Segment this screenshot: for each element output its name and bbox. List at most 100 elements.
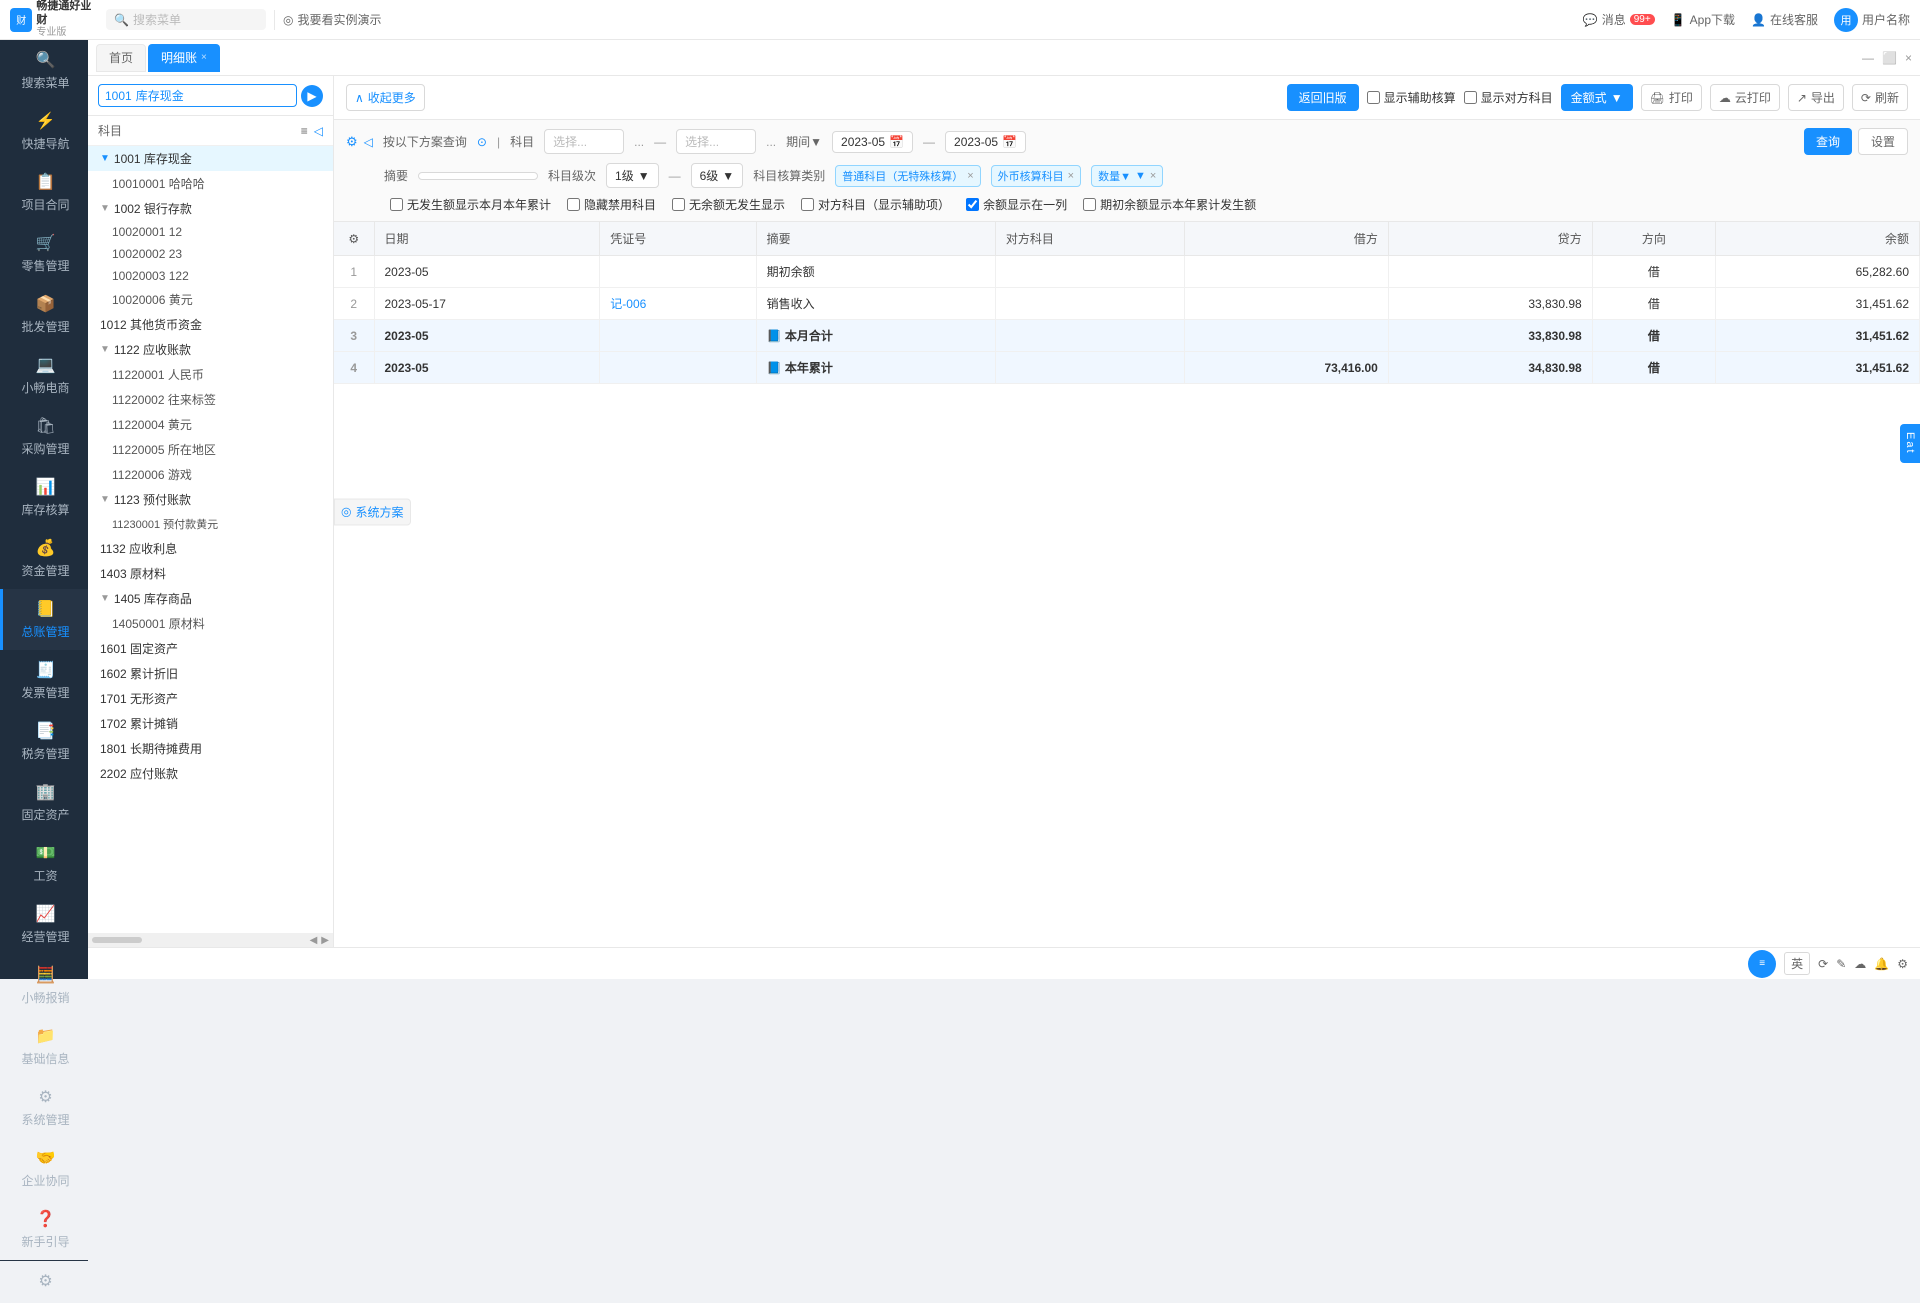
show-opposite-check[interactable]: 显示对方科目 [1464,89,1553,106]
col-debit[interactable]: 借方 [1184,222,1388,256]
col-settings[interactable]: ⚙ [334,222,374,256]
left-panel-scrollbar[interactable]: ◀ ▶ [88,933,333,947]
tree-item-1403[interactable]: 1403 原材料 [88,561,333,586]
tab-ledger[interactable]: 明细账 × [148,44,220,72]
cloud-print-btn[interactable]: ☁ 云打印 [1710,84,1780,111]
cb-hide-disabled[interactable]: 隐藏禁用科目 [567,196,656,213]
cb-no-amount-input[interactable] [390,198,403,211]
tree-item-1801[interactable]: 1801 长期待摊费用 [88,736,333,761]
search-bar[interactable]: 🔍 搜索菜单 [106,9,266,30]
col-date[interactable]: 日期 [374,222,600,256]
sidebar-item-invoice[interactable]: 🧾 发票管理 [0,650,88,711]
cloud-icon[interactable]: ☁ [1854,957,1866,971]
tree-item-1701[interactable]: 1701 无形资产 [88,686,333,711]
sidebar-item-operations[interactable]: 📈 经营管理 [0,894,88,955]
sidebar-item-sales-report[interactable]: 🧮 小畅报销 [0,955,88,1016]
tab-close-icon[interactable]: × [201,52,207,63]
filter-settings-icon[interactable]: ⊙ [477,135,487,149]
cb-no-balance[interactable]: 无余额无发生显示 [672,196,785,213]
bell-icon[interactable]: 🔔 [1874,957,1889,971]
level-to-select[interactable]: 6级 ▼ [691,163,744,188]
col-summary[interactable]: 摘要 [756,222,995,256]
level-from-select[interactable]: 1级 ▼ [606,163,659,188]
window-close-icon[interactable]: × [1905,51,1912,65]
sidebar-item-purchase[interactable]: 🛍 采购管理 [0,406,88,467]
sidebar-item-system[interactable]: ⚙ 系统管理 [0,1077,88,1138]
bottom-settings-icon[interactable]: ⚙ [1897,957,1908,971]
sidebar-item-wholesale[interactable]: 📦 批发管理 [0,284,88,345]
sidebar-item-tax[interactable]: 📑 税务管理 [0,711,88,772]
cb-beginning-balance-input[interactable] [1083,198,1096,211]
show-opposite-input[interactable] [1464,91,1477,104]
tag-close-icon3[interactable]: × [1150,170,1156,182]
sidebar-item-project-contract[interactable]: 📋 项目合同 [0,162,88,223]
tree-item-1002[interactable]: ▼ 1002 银行存款 [88,196,333,221]
cb-beginning-balance[interactable]: 期初余额显示本年累计发生额 [1083,196,1256,213]
message-btn[interactable]: 💬 消息 99+ [1583,11,1655,28]
tag-quantity[interactable]: 数量▼ ▼ × [1091,165,1163,187]
tree-item-11220004[interactable]: 11220004 黄元 [88,412,333,437]
app-download-btn[interactable]: 📱 App下载 [1671,11,1735,28]
sidebar-item-cooperation[interactable]: 🤝 企业协同 [0,1138,88,1199]
currency-mode-btn[interactable]: 金额式 ▼ [1561,84,1633,111]
float-btn[interactable]: ≡ [1748,950,1776,978]
tree-item-1602[interactable]: 1602 累计折旧 [88,661,333,686]
scroll-left-btn[interactable]: ◀ [310,935,318,946]
col-voucher[interactable]: 凭证号 [600,222,756,256]
cb-opposite-subject-input[interactable] [801,198,814,211]
refresh-btn[interactable]: ⟳ 刷新 [1852,84,1908,111]
tag-normal-subject[interactable]: 普通科目（无特殊核算） × [835,165,980,187]
cb-no-balance-input[interactable] [672,198,685,211]
col-balance[interactable]: 余额 [1716,222,1920,256]
tag-close-icon2[interactable]: × [1068,170,1074,182]
voucher-link[interactable]: 记-006 [610,297,646,311]
tree-item-10020002[interactable]: 10020002 23 [88,243,333,265]
tree-item-11220002[interactable]: 11220002 往来标签 [88,387,333,412]
query-btn[interactable]: 查询 [1804,128,1852,155]
query-settings-icon[interactable]: ⚙ [346,134,358,150]
sidebar-item-guide[interactable]: ❓ 新手引导 [0,1199,88,1260]
cb-no-amount[interactable]: 无发生额显示本月本年累计 [390,196,551,213]
col-opposite-subject[interactable]: 对方科目 [995,222,1184,256]
sidebar-item-retail[interactable]: 🛒 零售管理 [0,223,88,284]
tag-foreign-currency[interactable]: 外币核算科目 × [991,165,1081,187]
tree-item-11220006[interactable]: 11220006 游戏 [88,462,333,487]
tree-header-icon-back[interactable]: ◁ [314,124,323,138]
window-minimize-icon[interactable]: — [1862,51,1874,65]
online-service-btn[interactable]: 👤 在线客服 [1751,11,1818,28]
tree-item-10010001[interactable]: 10010001 哈哈哈 [88,171,333,196]
account-selector[interactable]: 1001 库存现金 [98,84,297,107]
scroll-right-btn[interactable]: ▶ [321,935,329,946]
lang-btn[interactable]: 英 [1784,952,1810,975]
sidebar-item-ecommerce[interactable]: 💻 小畅电商 [0,345,88,406]
show-auxiliary-input[interactable] [1367,91,1380,104]
cb-balance-one-col[interactable]: 余额显示在一列 [966,196,1067,213]
tree-item-1702[interactable]: 1702 累计摊销 [88,711,333,736]
sidebar-item-fixed-assets[interactable]: 🏢 固定资产 [0,772,88,833]
period-label[interactable]: 期间▼ [786,133,822,150]
tree-item-1132[interactable]: 1132 应收利息 [88,536,333,561]
tree-item-1405[interactable]: ▼ 1405 库存商品 [88,586,333,611]
period-from-input[interactable]: 2023-05 📅 [832,131,913,153]
right-edge-tab[interactable]: Eat [1900,424,1920,463]
subject-input-from[interactable]: 选择... [544,129,624,154]
tree-item-1122[interactable]: ▼ 1122 应收账款 [88,337,333,362]
expand-more-btn[interactable]: ∧ 收起更多 [346,84,425,111]
refresh-icon[interactable]: ⟳ [1818,957,1828,971]
sidebar-item-inventory[interactable]: 📊 库存核算 [0,467,88,528]
sidebar-item-capital[interactable]: 💰 资金管理 [0,528,88,589]
tree-item-11220005[interactable]: 11220005 所在地区 [88,437,333,462]
tree-item-11220001[interactable]: 11220001 人民币 [88,362,333,387]
tree-item-14050001[interactable]: 14050001 原材料 [88,611,333,636]
sidebar-item-payroll[interactable]: 💵 工资 [0,833,88,894]
sidebar-item-search[interactable]: 🔍 搜索菜单 [0,40,88,101]
collapse-btn[interactable]: ◁ [364,135,373,149]
summary-input[interactable] [418,172,538,180]
sidebar-item-settings[interactable]: ⚙ [0,1261,88,1303]
back-to-old-btn[interactable]: 返回旧版 [1287,84,1359,111]
cb-hide-disabled-input[interactable] [567,198,580,211]
tree-item-10020006[interactable]: 10020006 黄元 [88,287,333,312]
cb-opposite-subject[interactable]: 对方科目（显示辅助项） [801,196,950,213]
tree-header-icon-list[interactable]: ≡ [301,124,308,138]
tab-home[interactable]: 首页 [96,44,146,72]
